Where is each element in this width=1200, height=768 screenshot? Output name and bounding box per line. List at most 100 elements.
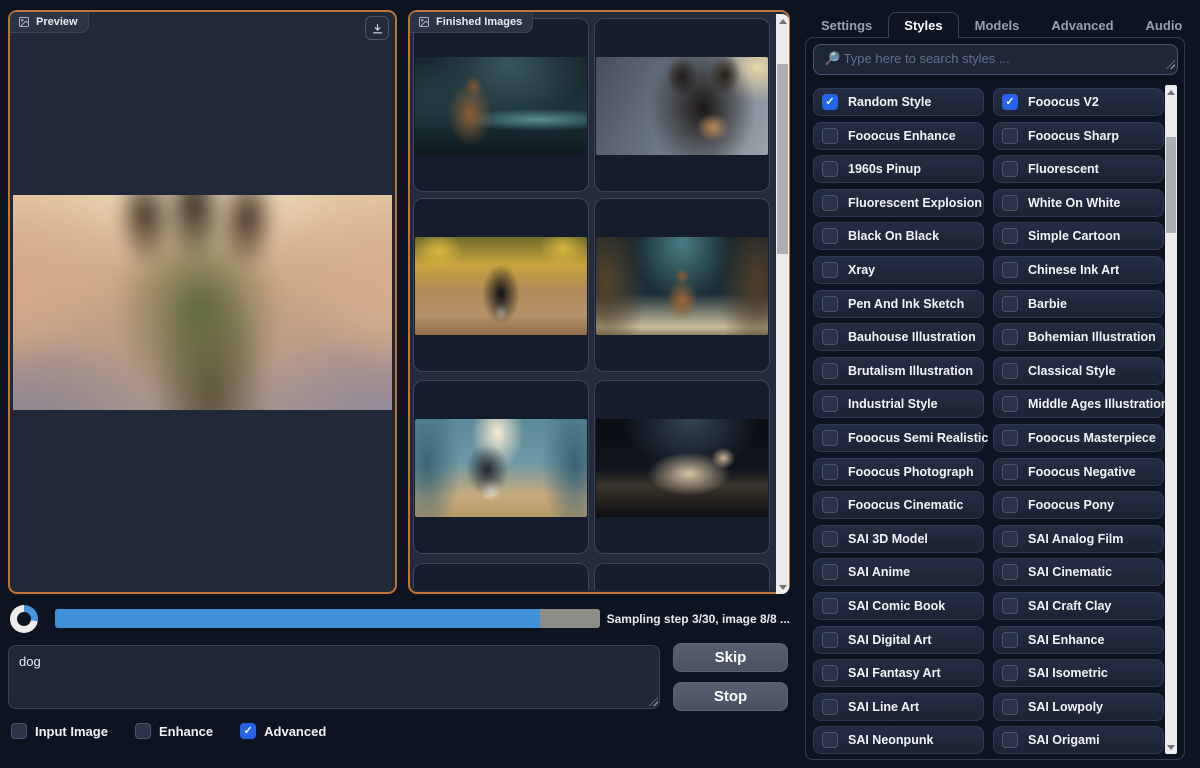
style-option[interactable]: ✓ Bohemian Illustration <box>993 323 1164 352</box>
style-checkbox[interactable]: ✓ <box>1002 732 1018 749</box>
style-option[interactable]: ✓ SAI Enhance <box>993 625 1164 654</box>
style-checkbox[interactable]: ✓ <box>1002 430 1018 446</box>
style-checkbox[interactable]: ✓ <box>1002 396 1018 413</box>
scroll-up-icon[interactable] <box>776 14 789 28</box>
style-checkbox[interactable]: ✓ <box>1002 295 1018 312</box>
style-checkbox[interactable]: ✓ <box>822 530 838 547</box>
prompt-input[interactable]: dog <box>8 645 660 709</box>
gallery-item[interactable] <box>594 198 770 372</box>
style-option[interactable]: ✓ Brutalism Illustration <box>813 356 984 385</box>
style-checkbox[interactable]: ✓ <box>822 396 838 413</box>
style-option[interactable]: ✓ Middle Ages Illustration <box>993 390 1169 419</box>
gallery-item[interactable] <box>413 563 589 590</box>
style-checkbox[interactable]: ✓ <box>822 228 838 245</box>
style-option[interactable]: ✓ Fooocus Masterpiece <box>993 424 1164 452</box>
style-checkbox[interactable]: ✓ <box>1002 329 1018 346</box>
style-option[interactable]: ✓ Fluorescent <box>993 155 1164 184</box>
style-option[interactable]: ✓ SAI Origami <box>993 726 1164 755</box>
gallery-item[interactable] <box>594 563 770 590</box>
style-option[interactable]: ✓ Fooocus Sharp <box>993 121 1164 150</box>
gallery-item[interactable] <box>594 18 770 192</box>
option-enhance[interactable]: ✓ Enhance <box>134 723 213 739</box>
style-checkbox[interactable]: ✓ <box>822 698 838 715</box>
style-option[interactable]: ✓ Fooocus V2 <box>993 88 1164 116</box>
style-option[interactable]: ✓ Fooocus Pony <box>993 491 1164 520</box>
style-option[interactable]: ✓ Industrial Style <box>813 390 984 419</box>
style-option[interactable]: ✓ Fooocus Semi Realistic <box>813 424 988 452</box>
style-option[interactable]: ✓ Random Style <box>813 88 984 116</box>
style-checkbox[interactable]: ✓ <box>822 732 838 749</box>
style-checkbox[interactable]: ✓ <box>822 329 838 346</box>
style-checkbox[interactable]: ✓ <box>1002 497 1018 514</box>
tab-styles[interactable]: Styles <box>888 12 959 38</box>
style-search-input[interactable] <box>813 44 1178 75</box>
style-checkbox[interactable]: ✓ <box>1002 665 1018 682</box>
style-checkbox[interactable]: ✓ <box>1002 631 1018 648</box>
style-checkbox[interactable]: ✓ <box>822 598 838 614</box>
style-option[interactable]: ✓ Barbie <box>993 289 1164 318</box>
style-option[interactable]: ✓ SAI Comic Book <box>813 592 984 620</box>
styles-scrollbar-thumb[interactable] <box>1166 137 1176 233</box>
style-checkbox[interactable]: ✓ <box>822 362 838 379</box>
style-option[interactable]: ✓ Fooocus Photograph <box>813 457 984 486</box>
style-checkbox[interactable]: ✓ <box>1002 598 1018 614</box>
style-option[interactable]: ✓ Fooocus Negative <box>993 457 1164 486</box>
gallery-scrollbar-thumb[interactable] <box>777 64 788 254</box>
style-option[interactable]: ✓ SAI Line Art <box>813 692 984 721</box>
option-checkbox[interactable]: ✓ <box>134 723 151 739</box>
style-checkbox[interactable]: ✓ <box>822 665 838 682</box>
style-option[interactable]: ✓ White On White <box>993 188 1164 217</box>
style-checkbox[interactable]: ✓ <box>822 295 838 312</box>
style-checkbox[interactable]: ✓ <box>822 161 838 178</box>
option-input-image[interactable]: ✓ Input Image <box>11 723 108 739</box>
stop-button[interactable]: Stop <box>673 682 788 711</box>
style-option[interactable]: ✓ Fluorescent Explosion <box>813 188 984 217</box>
style-option[interactable]: ✓ Classical Style <box>993 356 1164 385</box>
style-checkbox[interactable]: ✓ <box>822 463 838 480</box>
style-checkbox[interactable]: ✓ <box>1002 262 1018 278</box>
style-checkbox[interactable]: ✓ <box>822 194 838 211</box>
download-button[interactable] <box>365 16 389 40</box>
style-option[interactable]: ✓ SAI Lowpoly <box>993 692 1164 721</box>
style-checkbox[interactable]: ✓ <box>1002 463 1018 480</box>
style-checkbox[interactable]: ✓ <box>822 497 838 514</box>
style-option[interactable]: ✓ SAI Anime <box>813 558 984 587</box>
style-checkbox[interactable]: ✓ <box>1002 530 1018 547</box>
tab-models[interactable]: Models <box>959 12 1036 38</box>
gallery-item[interactable] <box>594 380 770 554</box>
style-option[interactable]: ✓ Simple Cartoon <box>993 222 1164 251</box>
gallery-item[interactable] <box>413 380 589 554</box>
style-option[interactable]: ✓ Bauhouse Illustration <box>813 323 984 352</box>
style-checkbox[interactable]: ✓ <box>1002 94 1018 110</box>
gallery-scrollbar[interactable] <box>776 14 789 594</box>
style-checkbox[interactable]: ✓ <box>822 631 838 648</box>
tab-settings[interactable]: Settings <box>805 12 888 38</box>
style-checkbox[interactable]: ✓ <box>1002 194 1018 211</box>
gallery-item[interactable] <box>413 18 589 192</box>
style-checkbox[interactable]: ✓ <box>822 564 838 581</box>
style-checkbox[interactable]: ✓ <box>822 94 838 110</box>
style-checkbox[interactable]: ✓ <box>1002 564 1018 581</box>
styles-scrollbar[interactable] <box>1165 85 1177 754</box>
style-option[interactable]: ✓ SAI Analog Film <box>993 524 1164 553</box>
tab-advanced[interactable]: Advanced <box>1035 12 1129 38</box>
option-checkbox[interactable]: ✓ <box>11 723 27 739</box>
skip-button[interactable]: Skip <box>673 643 788 672</box>
style-checkbox[interactable]: ✓ <box>1002 228 1018 245</box>
style-checkbox[interactable]: ✓ <box>822 430 838 446</box>
style-checkbox[interactable]: ✓ <box>822 262 838 278</box>
style-checkbox[interactable]: ✓ <box>822 127 838 144</box>
scroll-down-icon[interactable] <box>776 580 789 594</box>
style-option[interactable]: ✓ Fooocus Enhance <box>813 121 984 150</box>
style-option[interactable]: ✓ Pen And Ink Sketch <box>813 289 984 318</box>
option-advanced[interactable]: ✓ Advanced <box>240 723 326 739</box>
style-option[interactable]: ✓ Fooocus Cinematic <box>813 491 984 520</box>
scroll-up-icon[interactable] <box>1165 85 1177 99</box>
style-option[interactable]: ✓ Black On Black <box>813 222 984 251</box>
style-checkbox[interactable]: ✓ <box>1002 698 1018 715</box>
style-option[interactable]: ✓ Chinese Ink Art <box>993 256 1164 284</box>
style-option[interactable]: ✓ SAI Cinematic <box>993 558 1164 587</box>
style-checkbox[interactable]: ✓ <box>1002 362 1018 379</box>
style-option[interactable]: ✓ 1960s Pinup <box>813 155 984 184</box>
gallery-item[interactable] <box>413 198 589 372</box>
